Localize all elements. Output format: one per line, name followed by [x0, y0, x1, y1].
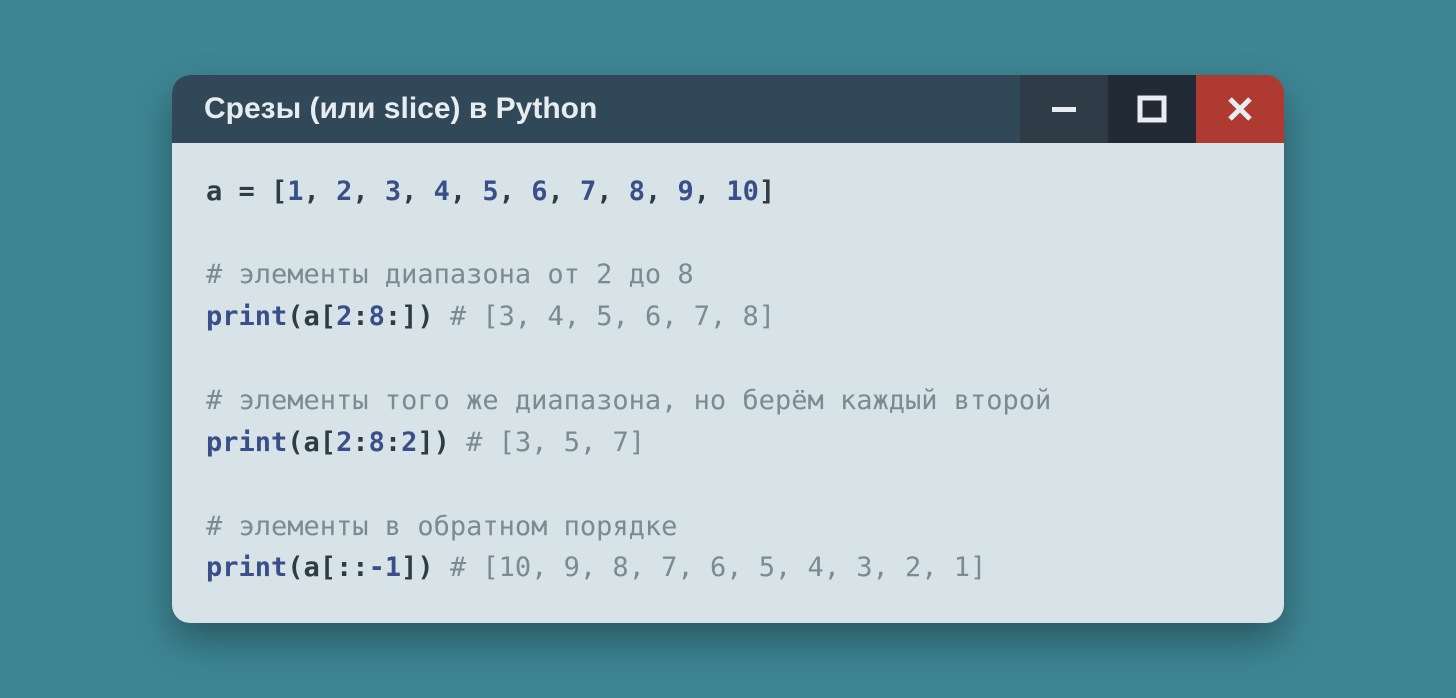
close-button[interactable] — [1196, 75, 1284, 143]
blank-line — [206, 338, 1250, 380]
maximize-button[interactable] — [1108, 75, 1196, 143]
code-comment: # элементы диапазона от 2 до 8 — [206, 254, 1250, 296]
code-line: print(a[2:8:]) # [3, 4, 5, 6, 7, 8] — [206, 296, 1250, 338]
maximize-icon — [1135, 92, 1169, 126]
close-icon — [1223, 92, 1257, 126]
window-title: Срезы (или slice) в Python — [172, 75, 1020, 143]
code-area: a = [1, 2, 3, 4, 5, 6, 7, 8, 9, 10] # эле… — [172, 143, 1284, 623]
code-window: Срезы (или slice) в Python a = [1, 2, 3,… — [172, 75, 1284, 623]
code-comment: # элементы в обратном порядке — [206, 506, 1250, 548]
code-comment: # элементы того же диапазона, но берём к… — [206, 380, 1250, 422]
blank-line — [206, 213, 1250, 255]
minimize-button[interactable] — [1020, 75, 1108, 143]
blank-line — [206, 464, 1250, 506]
minimize-icon — [1047, 92, 1081, 126]
code-line: a = [1, 2, 3, 4, 5, 6, 7, 8, 9, 10] — [206, 171, 1250, 213]
code-line: print(a[2:8:2]) # [3, 5, 7] — [206, 422, 1250, 464]
titlebar: Срезы (или slice) в Python — [172, 75, 1284, 143]
window-controls — [1020, 75, 1284, 143]
code-line: print(a[::-1]) # [10, 9, 8, 7, 6, 5, 4, … — [206, 547, 1250, 589]
